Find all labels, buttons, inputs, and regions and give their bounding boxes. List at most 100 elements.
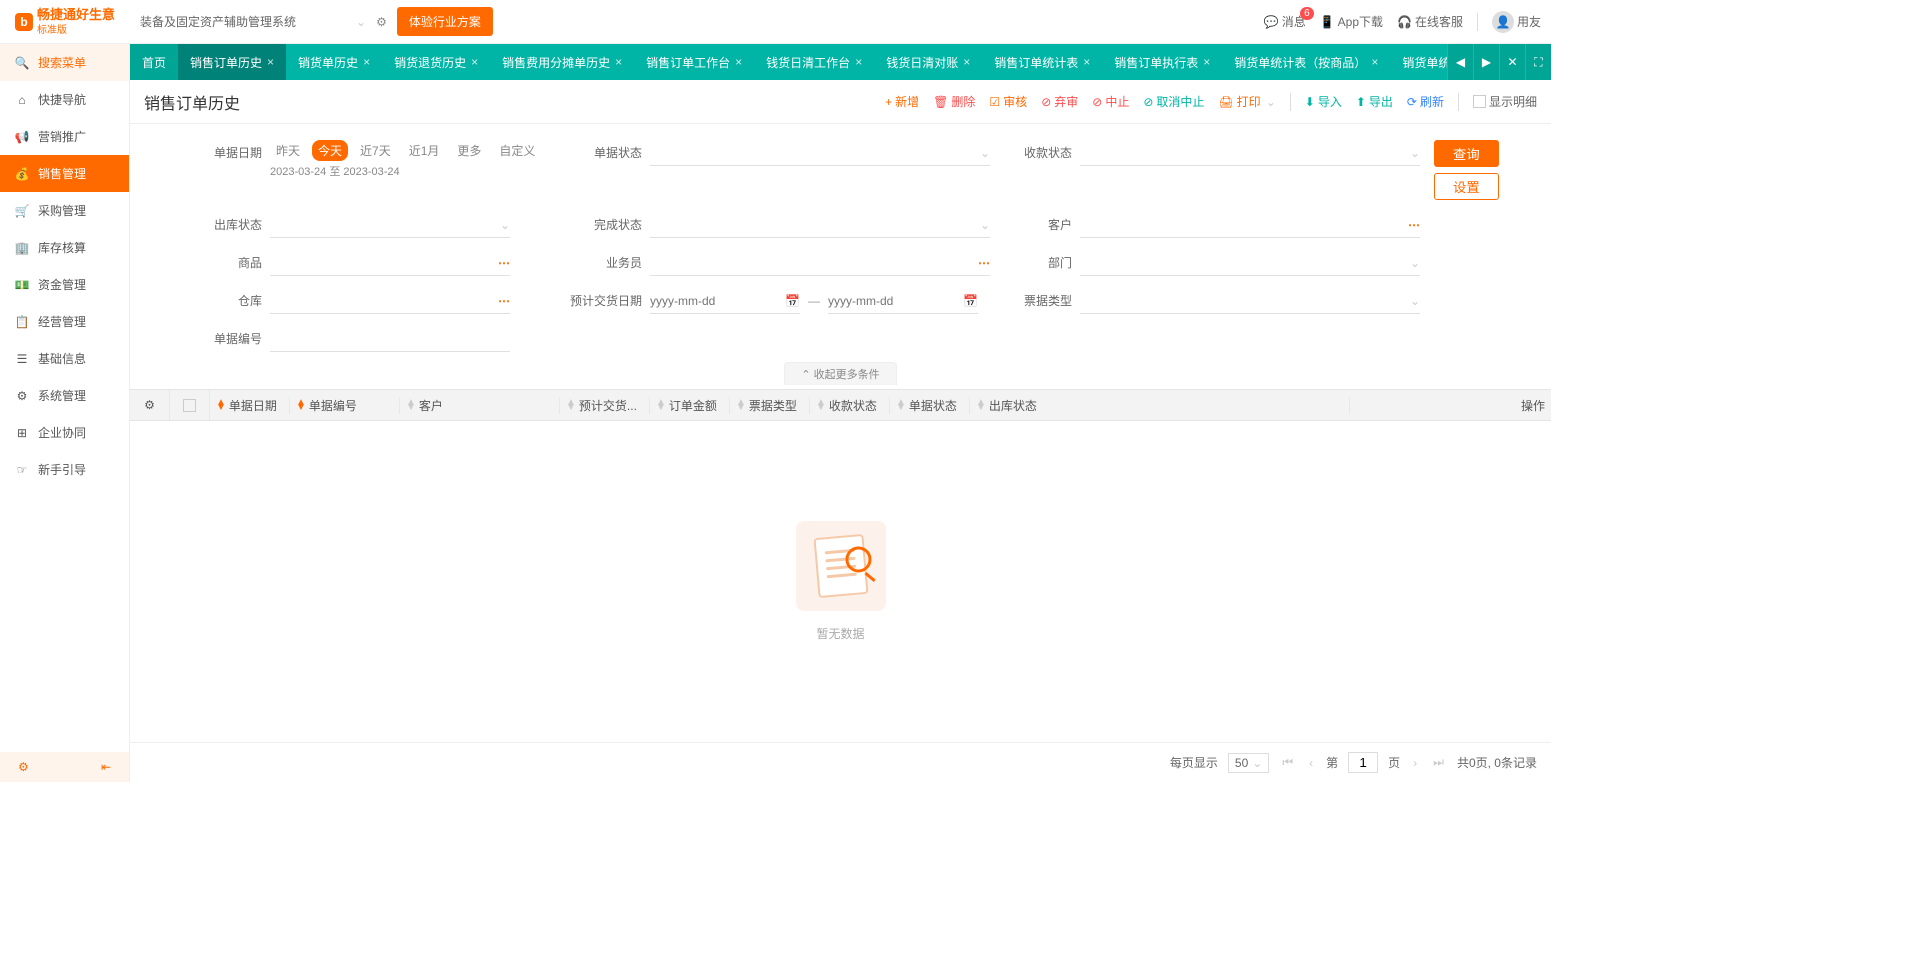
date-input-to[interactable] [828,294,963,308]
perpage-select[interactable]: 50⌄ [1228,753,1269,773]
sidebar-item-2[interactable]: 💰销售管理 [0,155,129,192]
tab-10[interactable]: 销货单统计× [1390,44,1447,80]
tab-1[interactable]: 销货单历史× [286,44,382,80]
sidebar-item-6[interactable]: 📋经营管理 [0,303,129,340]
print-button[interactable]: 🖨打印⌄ [1218,93,1275,110]
filter-docno[interactable] [270,326,510,352]
filter-docstatus[interactable]: ⌄ [650,140,990,166]
sidebar-item-10[interactable]: ☞新手引导 [0,451,129,488]
th-checkbox[interactable] [170,390,210,420]
close-icon[interactable]: × [855,55,862,69]
search-button[interactable]: 查询 [1434,140,1499,167]
th-3[interactable]: ▲▼预计交货... [560,397,650,414]
th-9[interactable]: 操作 [1350,397,1551,414]
sidebar-item-8[interactable]: ⚙系统管理 [0,377,129,414]
stop-button[interactable]: ⊘中止 [1092,93,1129,110]
sidebar-item-0[interactable]: ⌂快捷导航 [0,81,129,118]
refresh-button[interactable]: ⟳刷新 [1407,93,1444,110]
filter-donestatus[interactable]: ⌄ [650,212,990,238]
tab-4[interactable]: 销售订单工作台× [634,44,754,80]
th-8[interactable]: ▲▼出库状态 [970,397,1350,414]
th-0[interactable]: ▲▼单据日期 [210,397,290,414]
delete-button[interactable]: 🗑删除 [933,93,975,110]
th-4[interactable]: ▲▼订单金额 [650,397,730,414]
download-link[interactable]: 📱 App下载 [1320,13,1383,30]
settings-icon[interactable]: ⚙ [18,760,29,774]
discard-button[interactable]: ⊘弃审 [1041,93,1078,110]
sidebar-item-7[interactable]: ☰基础信息 [0,340,129,377]
tabs-scroll-right[interactable]: ▶ [1473,44,1499,80]
sidebar-item-3[interactable]: 🛒采购管理 [0,192,129,229]
user-menu[interactable]: 👤 用友 [1492,11,1541,33]
message-link[interactable]: 💬 消息 6 [1264,13,1306,30]
sidebar-item-1[interactable]: 📢营销推广 [0,118,129,155]
settings-button[interactable]: 设置 [1434,173,1499,200]
page-next[interactable]: › [1410,756,1420,770]
filter-goods[interactable]: ⋯ [270,250,510,276]
filter-tickettype[interactable]: ⌄ [1080,288,1420,314]
filter-warehouse[interactable]: ⋯ [270,288,510,314]
page-last[interactable]: ⏭ [1430,755,1447,770]
filter-dept[interactable]: ⌄ [1080,250,1420,276]
export-button[interactable]: ⬆导出 [1356,93,1393,110]
filter-customer[interactable]: ⋯ [1080,212,1420,238]
page-prev[interactable]: ‹ [1306,756,1316,770]
sidebar-search[interactable]: 🔍 搜索菜单 [0,44,129,81]
import-button[interactable]: ⬇导入 [1305,93,1342,110]
unstop-button[interactable]: ⊘取消中止 [1143,93,1204,110]
trial-button[interactable]: 体验行业方案 [397,7,493,36]
close-icon[interactable]: × [1083,55,1090,69]
page-input[interactable] [1348,752,1378,773]
tabs-scroll-left[interactable]: ◀ [1447,44,1473,80]
filter-deliverdate-to[interactable]: 📅 [828,288,978,314]
date-tag-1[interactable]: 今天 [312,140,348,161]
date-tag-4[interactable]: 更多 [451,140,487,161]
th-1[interactable]: ▲▼单据编号 [290,397,400,414]
th-5[interactable]: ▲▼票据类型 [730,397,810,414]
tab-9[interactable]: 销货单统计表（按商品）× [1222,44,1390,80]
tab-8[interactable]: 销售订单执行表× [1102,44,1222,80]
close-icon[interactable]: × [1203,55,1210,69]
tab-0[interactable]: 销售订单历史× [178,44,286,80]
th-7[interactable]: ▲▼单据状态 [890,397,970,414]
th-6[interactable]: ▲▼收款状态 [810,397,890,414]
audit-button[interactable]: ☑审核 [989,93,1027,110]
filter-salesman[interactable]: ⋯ [650,250,990,276]
page-first[interactable]: ⏮ [1279,755,1296,770]
th-gear[interactable]: ⚙ [130,390,170,420]
tab-3[interactable]: 销售费用分摊单历史× [490,44,634,80]
show-detail-toggle[interactable]: 显示明细 [1473,93,1537,110]
gear-icon[interactable]: ⚙ [376,15,387,29]
tab-7[interactable]: 销售订单统计表× [982,44,1102,80]
date-tag-5[interactable]: 自定义 [493,140,541,161]
filter-outstatus[interactable]: ⌄ [270,212,510,238]
close-icon[interactable]: × [735,55,742,69]
filter-paystatus[interactable]: ⌄ [1080,140,1420,166]
filter-deliverdate-from[interactable]: 📅 [650,288,800,314]
close-icon[interactable]: × [615,55,622,69]
date-tag-2[interactable]: 近7天 [354,140,397,161]
service-link[interactable]: 🎧 在线客服 [1397,13,1463,30]
close-icon[interactable]: × [363,55,370,69]
close-icon[interactable]: × [963,55,970,69]
sidebar-item-9[interactable]: ⊞企业协同 [0,414,129,451]
sidebar-item-4[interactable]: 🏢库存核算 [0,229,129,266]
new-button[interactable]: +新增 [885,93,919,110]
collapse-sidebar-icon[interactable]: ⇤ [101,760,111,774]
date-input-from[interactable] [650,294,785,308]
tab-6[interactable]: 钱货日清对账× [874,44,982,80]
tabs-fullscreen[interactable]: ⛶ [1525,44,1551,80]
sidebar-item-5[interactable]: 💵资金管理 [0,266,129,303]
tabs-close-all[interactable]: ✕ [1499,44,1525,80]
th-2[interactable]: ▲▼客户 [400,397,560,414]
tab-home[interactable]: 首页 [130,44,178,80]
tab-5[interactable]: 钱货日清工作台× [754,44,874,80]
close-icon[interactable]: × [1371,55,1378,69]
date-tag-0[interactable]: 昨天 [270,140,306,161]
collapse-button[interactable]: ⌃ 收起更多条件 [784,362,896,385]
close-icon[interactable]: × [267,55,274,69]
date-tag-3[interactable]: 近1月 [403,140,446,161]
tab-2[interactable]: 销货退货历史× [382,44,490,80]
system-selector[interactable]: 装备及固定资产辅助管理系统 ⌄ [140,13,366,30]
close-icon[interactable]: × [471,55,478,69]
